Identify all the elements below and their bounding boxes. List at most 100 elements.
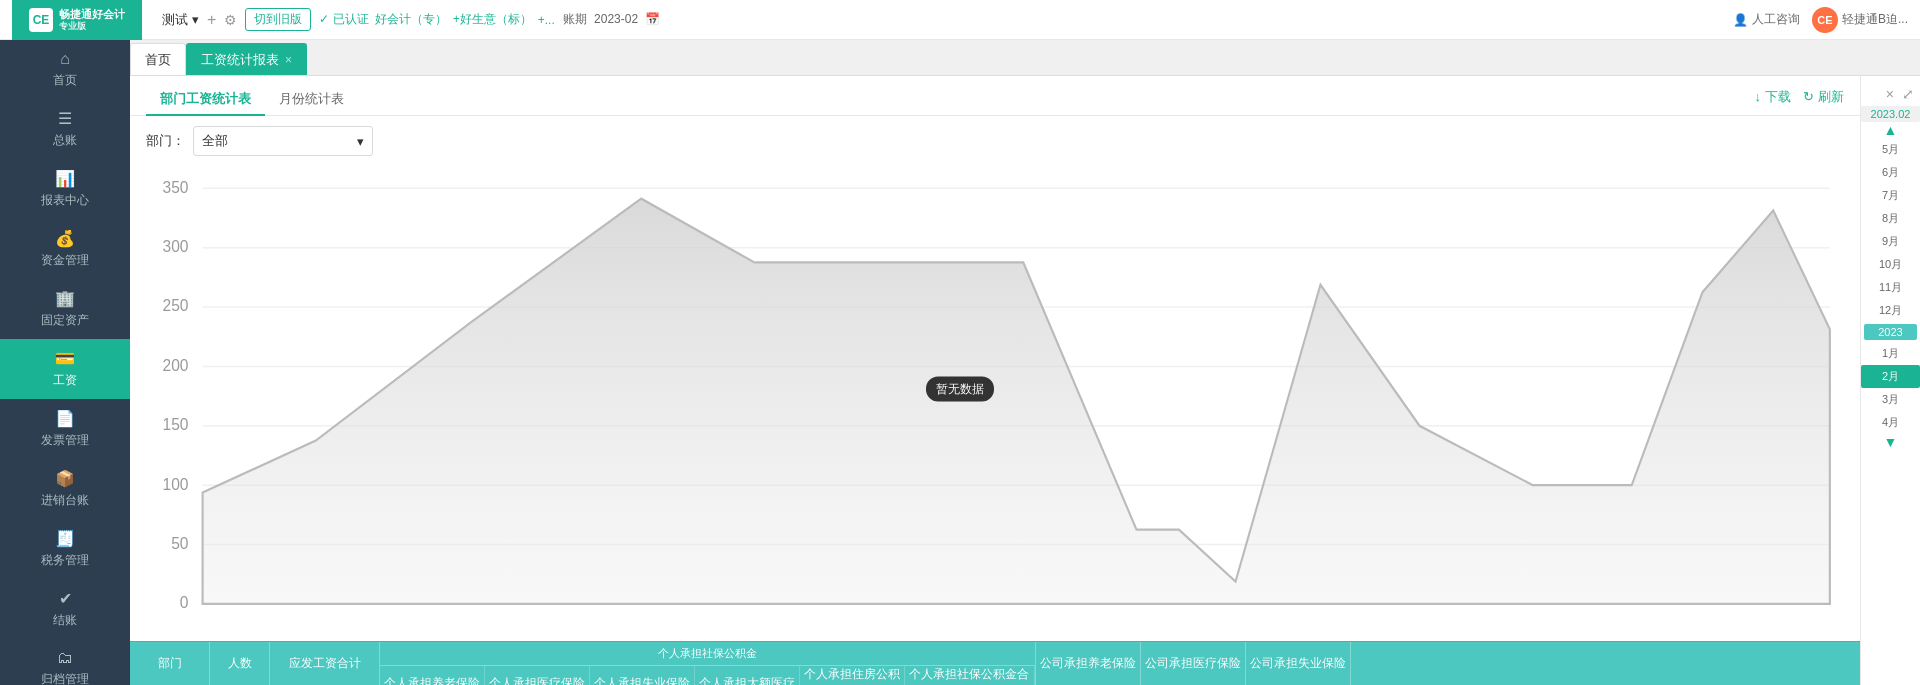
rp-month-5[interactable]: 5月 (1861, 138, 1920, 161)
ledger-icon: ☰ (58, 109, 72, 128)
col-personal-housing: 个人承担住房公积金 (800, 666, 905, 685)
sidebar-item-tax[interactable]: 🧾 税务管理 (0, 519, 130, 579)
tab-close-icon[interactable]: × (285, 53, 292, 67)
sub-tab-dept[interactable]: 部门工资统计表 (146, 84, 265, 116)
rp-month-1[interactable]: 1月 (1861, 342, 1920, 365)
invoice-icon: 📄 (55, 409, 75, 428)
sidebar-label-home: 首页 (53, 72, 77, 89)
col-salary-total: 应发工资合计 (270, 642, 380, 685)
download-icon: ↓ (1755, 89, 1762, 104)
svg-text:0: 0 (180, 594, 189, 611)
svg-text:100: 100 (163, 475, 189, 492)
svg-text:350: 350 (163, 178, 189, 195)
col-company-pension: 公司承担养老保险 (1036, 642, 1141, 685)
sub-tab-monthly[interactable]: 月份统计表 (265, 84, 358, 116)
sidebar-label-reports: 报表中心 (41, 192, 89, 209)
switch-btn[interactable]: 切到旧版 (245, 8, 311, 31)
rp-month-8[interactable]: 8月 (1861, 207, 1920, 230)
rp-month-12[interactable]: 12月 (1861, 299, 1920, 322)
sidebar: ⌂ 首页 ☰ 总账 📊 报表中心 💰 资金管理 🏢 固定资产 💳 工资 📄 发票… (0, 40, 130, 685)
rp-month-10[interactable]: 10月 (1861, 253, 1920, 276)
sidebar-item-salary[interactable]: 💳 工资 (0, 339, 130, 399)
rp-month-11[interactable]: 11月 (1861, 276, 1920, 299)
sidebar-item-invoice[interactable]: 📄 发票管理 (0, 399, 130, 459)
tab-home[interactable]: 首页 (130, 43, 186, 75)
sidebar-label-funds: 资金管理 (41, 252, 89, 269)
refresh-icon: ↻ (1803, 89, 1814, 104)
chart-svg: 350 300 250 200 150 100 50 0 (146, 166, 1844, 641)
group-personal-cols: 个人承担养老保险 个人承担医疗保险 个人承担失业保险 个人承担大额医疗 (380, 666, 1035, 685)
svg-text:250: 250 (163, 297, 189, 314)
svg-text:300: 300 (163, 238, 189, 255)
calendar-icon[interactable]: 📅 (645, 12, 660, 26)
company-selector[interactable]: 测试 ▾ (162, 11, 199, 29)
rp-year-2023: 2023 (1864, 324, 1917, 340)
sidebar-label-archive: 归档管理 (41, 671, 89, 685)
app-name: 畅捷通好会计 (59, 8, 125, 21)
rp-month-9[interactable]: 9月 (1861, 230, 1920, 253)
header-tags: ✓ 已认证 好会计（专） +好生意（标） +... (319, 11, 554, 28)
funds-icon: 💰 (55, 229, 75, 248)
col-personal-pension: 个人承担养老保险 (380, 666, 485, 685)
logo-icon: CE (29, 8, 53, 32)
sidebar-item-settle[interactable]: ✔ 结账 (0, 579, 130, 639)
sidebar-label-settle: 结账 (53, 612, 77, 629)
company-name: 测试 (162, 11, 188, 29)
rp-down-arrow[interactable]: ▼ (1861, 434, 1920, 450)
support-icon: 👤 (1733, 13, 1748, 27)
svg-text:200: 200 (163, 357, 189, 374)
col-personal-medical: 个人承担医疗保险 (485, 666, 590, 685)
rp-month-3[interactable]: 3月 (1861, 388, 1920, 411)
sidebar-item-home[interactable]: ⌂ 首页 (0, 40, 130, 99)
settle-icon: ✔ (59, 589, 72, 608)
user-profile[interactable]: CE 轻捷通B迫... (1812, 7, 1908, 33)
sidebar-label-assets: 固定资产 (41, 312, 89, 329)
home-icon: ⌂ (60, 50, 70, 68)
svg-text:150: 150 (163, 416, 189, 433)
tag-more: +... (538, 13, 555, 27)
dept-select[interactable]: 全部 ▾ (193, 126, 373, 156)
tag-certified: ✓ 已认证 (319, 11, 368, 28)
col-dept: 部门 (130, 642, 210, 685)
col-personal-total: 个人承担社保公积金合计 (905, 666, 1035, 685)
chart-container: 350 300 250 200 150 100 50 0 (130, 166, 1860, 641)
sidebar-item-assets[interactable]: 🏢 固定资产 (0, 279, 130, 339)
filter-label: 部门： (146, 132, 185, 150)
col-count: 人数 (210, 642, 270, 685)
sidebar-item-sales[interactable]: 📦 进销台账 (0, 459, 130, 519)
sidebar-item-archive[interactable]: 🗂 归档管理 (0, 639, 130, 685)
svg-text:50: 50 (171, 535, 188, 552)
salary-icon: 💳 (55, 349, 75, 368)
sidebar-label-salary: 工资 (53, 372, 77, 389)
support-btn[interactable]: 👤 人工咨询 (1733, 11, 1800, 28)
panel-expand-btn[interactable]: ⤢ (1900, 84, 1916, 104)
header-middle: 测试 ▾ + ⚙ 切到旧版 ✓ 已认证 好会计（专） +好生意（标） +... … (142, 8, 1733, 31)
archive-icon: 🗂 (57, 649, 73, 667)
col-personal-major-medical: 个人承担大额医疗 (695, 666, 800, 685)
rp-month-7[interactable]: 7月 (1861, 184, 1920, 207)
download-btn[interactable]: ↓ 下载 (1755, 88, 1792, 106)
sidebar-item-ledger[interactable]: ☰ 总账 (0, 99, 130, 159)
group-personal-label: 个人承担社保公积金 (380, 642, 1035, 666)
refresh-btn[interactable]: ↻ 刷新 (1803, 88, 1844, 106)
rp-up-arrow[interactable]: ▲ (1861, 122, 1920, 138)
col-personal-unemployment: 个人承担失业保险 (590, 666, 695, 685)
rp-month-4[interactable]: 4月 (1861, 411, 1920, 434)
rp-month-6[interactable]: 6月 (1861, 161, 1920, 184)
sidebar-item-funds[interactable]: 💰 资金管理 (0, 219, 130, 279)
avatar: CE (1812, 7, 1838, 33)
page-with-panel: 部门工资统计表 月份统计表 ↓ 下载 ↻ 刷新 (130, 76, 1920, 685)
filter-bar: 部门： 全部 ▾ (130, 116, 1860, 166)
add-icon[interactable]: + (207, 11, 216, 29)
sidebar-item-reports[interactable]: 📊 报表中心 (0, 159, 130, 219)
tab-salary-report[interactable]: 工资统计报表 × (186, 43, 307, 75)
window-controls: × ⤢ (1861, 82, 1920, 106)
panel-close-btn[interactable]: × (1884, 84, 1896, 104)
tax-icon: 🧾 (55, 529, 75, 548)
sub-tab-bar: 部门工资统计表 月份统计表 ↓ 下载 ↻ 刷新 (130, 76, 1860, 116)
content-area: 首页 工资统计报表 × 部门工资统计表 月份统计表 (130, 40, 1920, 685)
settings-icon[interactable]: ⚙ (224, 12, 237, 28)
table-footer: 部门 人数 应发工资合计 个人承担社保公积金 个人承担养老保险 (130, 641, 1860, 685)
col-company-unemployment: 公司承担失业保险 (1246, 642, 1351, 685)
rp-month-2-active[interactable]: 2月 (1861, 365, 1920, 388)
